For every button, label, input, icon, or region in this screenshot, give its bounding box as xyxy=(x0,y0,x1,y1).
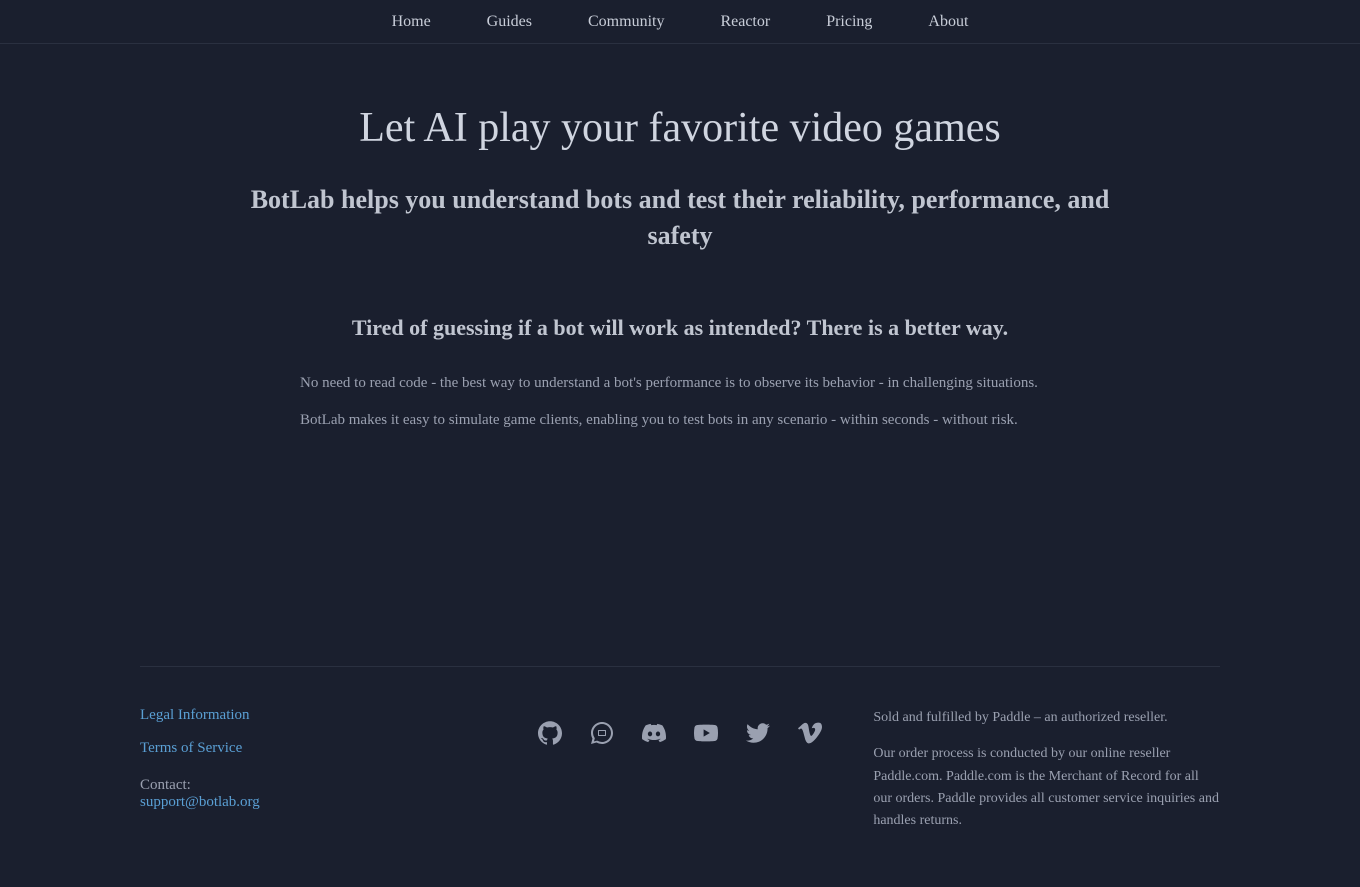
paddle-text2: Our order process is conducted by our on… xyxy=(873,743,1220,833)
footer-links: Legal Information Terms of Service Conta… xyxy=(140,707,487,811)
social-icons xyxy=(507,707,854,749)
nav-community[interactable]: Community xyxy=(560,0,692,44)
legal-information-link[interactable]: Legal Information xyxy=(140,707,487,724)
section-heading: Tired of guessing if a bot will work as … xyxy=(20,315,1340,341)
footer: Legal Information Terms of Service Conta… xyxy=(0,667,1360,887)
twitter-icon[interactable] xyxy=(742,717,774,749)
nav-home[interactable]: Home xyxy=(364,0,459,44)
main-nav: Home Guides Community Reactor Pricing Ab… xyxy=(0,0,1360,44)
nav-pricing[interactable]: Pricing xyxy=(798,0,900,44)
main-content: Let AI play your favorite video games Bo… xyxy=(0,44,1360,486)
description-line1: No need to read code - the best way to u… xyxy=(300,371,1060,397)
contact-email[interactable]: support@botlab.org xyxy=(140,794,487,811)
footer-paddle-info: Sold and fulfilled by Paddle – an author… xyxy=(873,707,1220,847)
footer-contact: Contact: support@botlab.org xyxy=(140,777,487,811)
terms-of-service-link[interactable]: Terms of Service xyxy=(140,740,487,757)
hero-title: Let AI play your favorite video games xyxy=(20,104,1340,152)
vimeo-icon[interactable] xyxy=(794,717,826,749)
description-block: No need to read code - the best way to u… xyxy=(300,371,1060,434)
description-line2: BotLab makes it easy to simulate game cl… xyxy=(300,408,1060,434)
contact-label: Contact: xyxy=(140,777,191,793)
nav-guides[interactable]: Guides xyxy=(459,0,560,44)
paddle-text1: Sold and fulfilled by Paddle – an author… xyxy=(873,707,1220,729)
youtube-icon[interactable] xyxy=(690,717,722,749)
hero-subtitle: BotLab helps you understand bots and tes… xyxy=(230,182,1130,255)
github-icon[interactable] xyxy=(534,717,566,749)
nav-reactor[interactable]: Reactor xyxy=(692,0,798,44)
forum-icon[interactable] xyxy=(586,717,618,749)
nav-about[interactable]: About xyxy=(900,0,996,44)
discord-icon[interactable] xyxy=(638,717,670,749)
